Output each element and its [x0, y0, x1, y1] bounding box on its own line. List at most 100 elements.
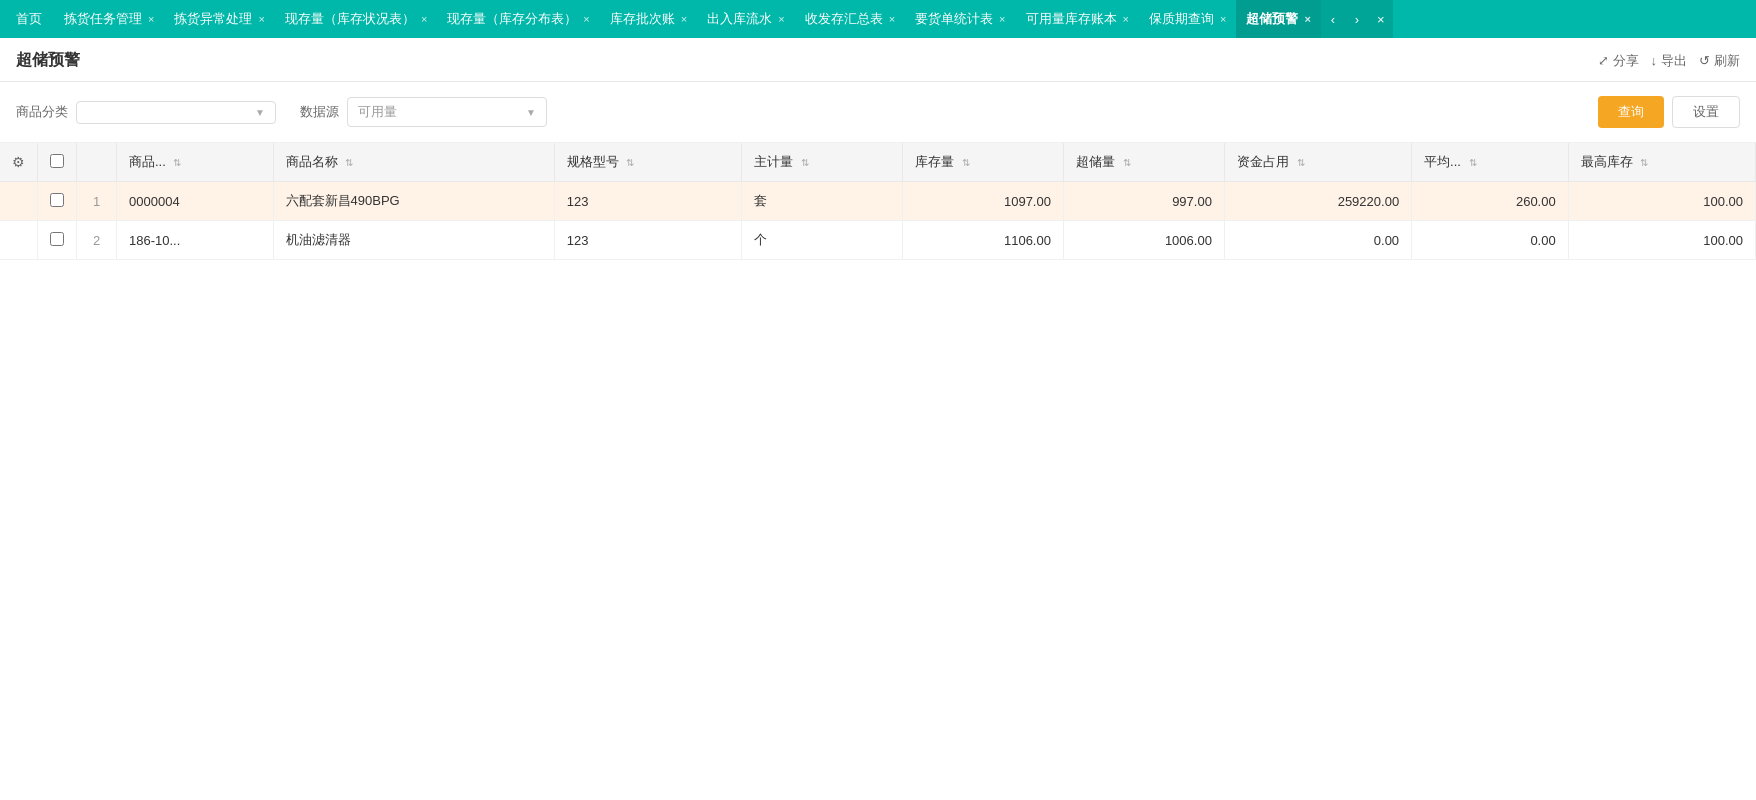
- nav-tab-label-9: 保质期查询: [1149, 10, 1214, 28]
- th-spec[interactable]: 规格型号 ⇅: [554, 143, 741, 182]
- nav-tab-close-3[interactable]: ×: [583, 13, 589, 25]
- nav-close-arrow[interactable]: ×: [1369, 0, 1393, 38]
- table-container: ⚙ 商品... ⇅ 商品名称 ⇅ 规格型号: [0, 143, 1756, 260]
- nav-tab-3[interactable]: 现存量（库存分布表） ×: [437, 0, 599, 38]
- td-product-name-0: 六配套新昌490BPG: [273, 182, 554, 221]
- td-product-code-0: 0000004: [117, 182, 274, 221]
- sort-icon-product-code: ⇅: [173, 157, 181, 168]
- th-overstock[interactable]: 超储量 ⇅: [1063, 143, 1224, 182]
- table-header-row: ⚙ 商品... ⇅ 商品名称 ⇅ 规格型号: [0, 143, 1756, 182]
- th-max-stock[interactable]: 最高库存 ⇅: [1568, 143, 1755, 182]
- th-row-num: [77, 143, 117, 182]
- td-unit-0: 套: [742, 182, 903, 221]
- nav-tab-9[interactable]: 保质期查询 ×: [1139, 0, 1236, 38]
- datasource-select-arrow-icon: ▼: [526, 107, 536, 118]
- th-product-code[interactable]: 商品... ⇅: [117, 143, 274, 182]
- datasource-label: 数据源: [300, 103, 339, 121]
- nav-tab-7[interactable]: 要货单统计表 ×: [905, 0, 1015, 38]
- sort-icon-overstock: ⇅: [1123, 157, 1131, 168]
- td-gear-0: [0, 182, 38, 221]
- refresh-label: 刷新: [1714, 52, 1740, 70]
- query-button[interactable]: 查询: [1598, 96, 1664, 128]
- nav-tab-label-10: 超储预警: [1246, 10, 1298, 28]
- nav-tab-close-6[interactable]: ×: [889, 13, 895, 25]
- sort-icon-avg: ⇅: [1469, 157, 1477, 168]
- share-label: 分享: [1613, 52, 1639, 70]
- td-stock-0: 1097.00: [903, 182, 1064, 221]
- td-stock-1: 1106.00: [903, 221, 1064, 260]
- th-product-code-label: 商品...: [129, 154, 166, 169]
- export-icon: ↓: [1651, 53, 1658, 68]
- nav-tab-close-2[interactable]: ×: [421, 13, 427, 25]
- nav-home[interactable]: 首页: [4, 0, 54, 38]
- row-checkbox-0[interactable]: [50, 193, 64, 207]
- sort-icon-spec: ⇅: [626, 157, 634, 168]
- nav-tab-1[interactable]: 拣货异常处理 ×: [164, 0, 274, 38]
- category-select-arrow-icon: ▼: [255, 107, 265, 118]
- th-unit[interactable]: 主计量 ⇅: [742, 143, 903, 182]
- nav-tab-label-2: 现存量（库存状况表）: [285, 10, 415, 28]
- th-stock[interactable]: 库存量 ⇅: [903, 143, 1064, 182]
- th-stock-label: 库存量: [915, 154, 954, 169]
- nav-tab-close-9[interactable]: ×: [1220, 13, 1226, 25]
- share-button[interactable]: ⤢ 分享: [1598, 52, 1639, 70]
- th-product-name[interactable]: 商品名称 ⇅: [273, 143, 554, 182]
- nav-tab-label-1: 拣货异常处理: [174, 10, 252, 28]
- nav-tab-close-4[interactable]: ×: [681, 13, 687, 25]
- nav-tab-label-8: 可用量库存账本: [1026, 10, 1117, 28]
- td-unit-1: 个: [742, 221, 903, 260]
- refresh-button[interactable]: ↺ 刷新: [1699, 52, 1740, 70]
- nav-prev-arrow[interactable]: ‹: [1321, 0, 1345, 38]
- nav-tab-close-1[interactable]: ×: [258, 13, 264, 25]
- nav-tab-4[interactable]: 库存批次账 ×: [600, 0, 697, 38]
- td-product-code-1: 186-10...: [117, 221, 274, 260]
- td-row-num-1: 2: [77, 221, 117, 260]
- td-max-stock-0: 100.00: [1568, 182, 1755, 221]
- nav-tab-close-8[interactable]: ×: [1123, 13, 1129, 25]
- nav-tab-8[interactable]: 可用量库存账本 ×: [1016, 0, 1139, 38]
- category-select[interactable]: ▼: [76, 101, 276, 124]
- row-checkbox-1[interactable]: [50, 232, 64, 246]
- td-checkbox-0[interactable]: [38, 182, 77, 221]
- td-capital-usage-1: 0.00: [1224, 221, 1411, 260]
- th-product-name-label: 商品名称: [286, 154, 338, 169]
- th-checkbox[interactable]: [38, 143, 77, 182]
- nav-tab-10[interactable]: 超储预警 ×: [1236, 0, 1320, 38]
- nav-tab-label-4: 库存批次账: [610, 10, 675, 28]
- td-spec-1: 123: [554, 221, 741, 260]
- td-row-num-0: 1: [77, 182, 117, 221]
- gear-icon[interactable]: ⚙: [12, 154, 25, 170]
- td-product-name-1: 机油滤清器: [273, 221, 554, 260]
- td-overstock-0: 997.00: [1063, 182, 1224, 221]
- datasource-select[interactable]: 可用量 ▼: [347, 97, 547, 127]
- th-avg[interactable]: 平均... ⇅: [1412, 143, 1569, 182]
- page-actions: ⤢ 分享 ↓ 导出 ↺ 刷新: [1598, 52, 1741, 70]
- td-spec-0: 123: [554, 182, 741, 221]
- select-all-checkbox[interactable]: [50, 154, 64, 168]
- table-row: 1 0000004 六配套新昌490BPG 123 套 1097.00 997.…: [0, 182, 1756, 221]
- category-filter-group: 商品分类 ▼: [16, 101, 276, 124]
- th-capital-usage[interactable]: 资金占用 ⇅: [1224, 143, 1411, 182]
- export-button[interactable]: ↓ 导出: [1651, 52, 1688, 70]
- th-unit-label: 主计量: [754, 154, 793, 169]
- settings-button[interactable]: 设置: [1672, 96, 1740, 128]
- td-checkbox-1[interactable]: [38, 221, 77, 260]
- page-wrapper: 超储预警 ⤢ 分享 ↓ 导出 ↺ 刷新 商品分类 ▼ 数据源: [0, 38, 1756, 800]
- nav-tab-0[interactable]: 拣货任务管理 ×: [54, 0, 164, 38]
- nav-tab-close-5[interactable]: ×: [778, 13, 784, 25]
- filter-actions: 查询 设置: [1598, 96, 1740, 128]
- sort-icon-capital-usage: ⇅: [1297, 157, 1305, 168]
- th-gear[interactable]: ⚙: [0, 143, 38, 182]
- nav-next-arrow[interactable]: ›: [1345, 0, 1369, 38]
- table-row: 2 186-10... 机油滤清器 123 个 1106.00 1006.00 …: [0, 221, 1756, 260]
- nav-tab-6[interactable]: 收发存汇总表 ×: [795, 0, 905, 38]
- nav-tab-2[interactable]: 现存量（库存状况表） ×: [275, 0, 437, 38]
- nav-tab-close-0[interactable]: ×: [148, 13, 154, 25]
- th-overstock-label: 超储量: [1076, 154, 1115, 169]
- nav-tab-close-10[interactable]: ×: [1304, 13, 1310, 25]
- nav-tab-label-7: 要货单统计表: [915, 10, 993, 28]
- nav-tab-5[interactable]: 出入库流水 ×: [697, 0, 794, 38]
- td-max-stock-1: 100.00: [1568, 221, 1755, 260]
- filter-area: 商品分类 ▼ 数据源 可用量 ▼ 查询 设置: [0, 82, 1756, 143]
- nav-tab-close-7[interactable]: ×: [999, 13, 1005, 25]
